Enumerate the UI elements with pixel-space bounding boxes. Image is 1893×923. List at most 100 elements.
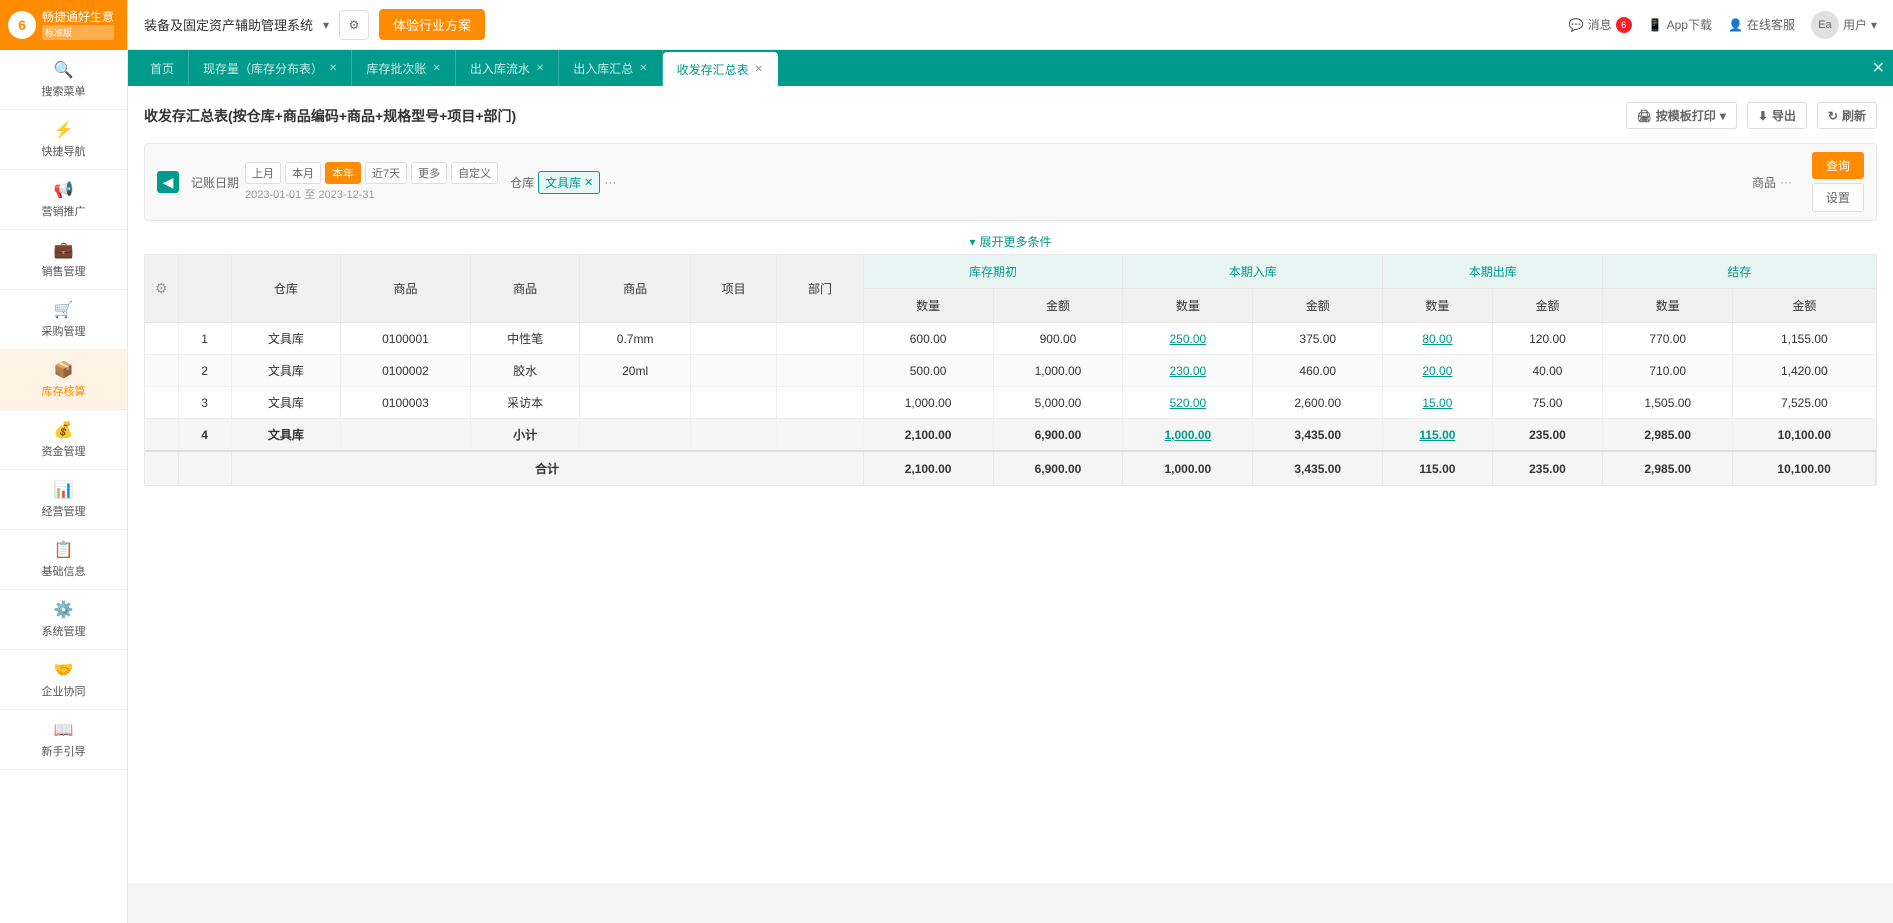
tab-close-flow[interactable]: ✕ xyxy=(536,63,544,74)
tab-inventory[interactable]: 现存量（库存分布表） ✕ xyxy=(189,50,352,86)
sales-icon: 💼 xyxy=(54,240,74,260)
sidebar-item-system[interactable]: ⚙️系统管理 xyxy=(0,590,127,650)
sidebar-item-guide[interactable]: 📖新手引导 xyxy=(0,710,127,770)
date-btn-自定义[interactable]: 自定义 xyxy=(451,162,498,184)
sidebar-label-marketing: 营销推广 xyxy=(42,203,86,219)
td-balance-qty: 2,985.00 xyxy=(1603,419,1733,452)
warehouse-tag-close[interactable]: ✕ xyxy=(584,176,593,189)
sidebar-label-guide: 新手引导 xyxy=(42,743,86,759)
tab-batch[interactable]: 库存批次账 ✕ xyxy=(352,50,455,86)
user-button[interactable]: Ea 用户 ▾ xyxy=(1811,11,1877,39)
th-out: 本期出库 xyxy=(1383,255,1603,289)
sidebar-item-search[interactable]: 🔍搜索菜单 xyxy=(0,50,127,110)
app-download-button[interactable]: 📱 App下载 xyxy=(1648,16,1712,33)
date-btn-更多[interactable]: 更多 xyxy=(411,162,447,184)
sidebar-label-finance: 资金管理 xyxy=(42,443,86,459)
column-settings-icon[interactable]: ⚙ xyxy=(155,280,168,296)
in-qty-link[interactable]: 520.00 xyxy=(1170,396,1207,410)
print-icon: 🖨 xyxy=(1637,109,1652,123)
td-opening-qty: 600.00 xyxy=(863,323,993,355)
refresh-icon: ↻ xyxy=(1828,109,1838,123)
td-opening-qty: 2,100.00 xyxy=(863,419,993,452)
table-row: 3 文具库 0100003 采访本 1,000.00 5,000.00 520.… xyxy=(145,387,1876,419)
message-button[interactable]: 💬 消息 6 xyxy=(1569,16,1632,33)
filter-toggle[interactable]: ◀ xyxy=(157,171,179,193)
product-label: 商品 xyxy=(1752,174,1776,191)
system-dropdown[interactable]: ▾ xyxy=(323,18,329,32)
table-row: 2 文具库 0100002 胶水 20ml 500.00 1,000.00 23… xyxy=(145,355,1876,387)
sidebar-item-sales[interactable]: 💼 销售管理 xyxy=(0,230,127,290)
tab-label-batch: 库存批次账 xyxy=(366,60,426,77)
online-service-button[interactable]: 👤 在线客服 xyxy=(1728,16,1795,33)
filter-settings-button[interactable]: 设置 xyxy=(1812,183,1864,212)
tfoot-settings xyxy=(145,451,178,485)
tab-summary[interactable]: 出入库汇总✕ xyxy=(559,50,662,86)
td-product-spec: 20ml xyxy=(580,355,691,387)
td-opening-qty: 500.00 xyxy=(863,355,993,387)
tab-close-inventory[interactable]: ✕ xyxy=(329,63,337,74)
th-in: 本期入库 xyxy=(1123,255,1383,289)
td-settings xyxy=(145,323,178,355)
app-badge: 标准版 xyxy=(42,25,114,40)
tab-close-batch[interactable]: ✕ xyxy=(432,63,440,74)
out-qty-link[interactable]: 80.00 xyxy=(1422,332,1452,346)
td-product-code: 0100002 xyxy=(341,355,471,387)
th-product-spec: 商品 xyxy=(580,255,691,323)
td-seq: 3 xyxy=(178,387,231,419)
th-seq xyxy=(178,255,231,323)
td-settings xyxy=(145,419,178,452)
export-button[interactable]: ⬇ 导出 xyxy=(1747,102,1807,129)
page-content: 收发存汇总表(按仓库+商品编码+商品+规格型号+项目+部门) 🖨 按模板打印 ▾… xyxy=(128,86,1893,923)
close-all-tabs[interactable]: ✕ xyxy=(1872,58,1885,78)
product-more[interactable]: ··· xyxy=(1780,175,1792,189)
td-opening-amt: 1,000.00 xyxy=(993,355,1123,387)
tab-close-recv_summary[interactable]: ✕ xyxy=(755,64,763,75)
td-balance-qty: 710.00 xyxy=(1603,355,1733,387)
tab-label-inventory: 现存量（库存分布表） xyxy=(203,60,323,77)
warehouse-more[interactable]: ··· xyxy=(604,175,616,189)
settings-icon[interactable]: ⚙ xyxy=(339,10,369,40)
tab-recv_summary[interactable]: 收发存汇总表✕ xyxy=(663,52,778,86)
date-btn-本年[interactable]: 本年 xyxy=(325,162,361,184)
trial-button[interactable]: 体验行业方案 xyxy=(379,9,485,40)
expand-filter[interactable]: ▾ 展开更多条件 xyxy=(144,229,1877,254)
sidebar-item-marketing[interactable]: 📢营销推广 xyxy=(0,170,127,230)
th-settings: ⚙ xyxy=(145,255,178,323)
td-settings xyxy=(145,387,178,419)
sidebar-label-sales: 销售管理 xyxy=(42,263,86,279)
query-button[interactable]: 查询 xyxy=(1812,152,1864,179)
th-product-code: 商品 xyxy=(341,255,471,323)
td-product-code xyxy=(341,419,471,452)
date-label: 记账日期 xyxy=(191,174,239,191)
td-warehouse: 文具库 xyxy=(231,419,340,452)
td-out-amt: 40.00 xyxy=(1492,355,1603,387)
date-btn-上月[interactable]: 上月 xyxy=(245,162,281,184)
tab-home[interactable]: 首页 xyxy=(136,50,189,86)
td-product-spec xyxy=(580,419,691,452)
out-qty-link[interactable]: 15.00 xyxy=(1422,396,1452,410)
in-qty-link[interactable]: 230.00 xyxy=(1170,364,1207,378)
print-button[interactable]: 🖨 按模板打印 ▾ xyxy=(1626,102,1737,129)
print-dropdown-icon: ▾ xyxy=(1720,109,1726,123)
tab-flow[interactable]: 出入库流水✕ xyxy=(456,50,559,86)
sidebar-item-inventory[interactable]: 📦库存核算 xyxy=(0,350,127,410)
td-in-qty: 230.00 xyxy=(1123,355,1253,387)
sidebar-item-basic[interactable]: 📋基础信息 xyxy=(0,530,127,590)
sidebar-item-quick[interactable]: ⚡快捷导航 xyxy=(0,110,127,170)
sidebar-item-finance[interactable]: 💰资金管理 xyxy=(0,410,127,470)
th-out-qty: 数量 xyxy=(1383,289,1492,323)
date-btn-本月[interactable]: 本月 xyxy=(285,162,321,184)
tab-close-summary[interactable]: ✕ xyxy=(639,63,647,74)
table-row: 4 文具库 小计 2,100.00 6,900.00 1,000.00 3,43… xyxy=(145,419,1876,452)
date-btn-近7天[interactable]: 近7天 xyxy=(365,162,407,184)
refresh-button[interactable]: ↻ 刷新 xyxy=(1817,102,1877,129)
sidebar-item-enterprise[interactable]: 🤝企业协同 xyxy=(0,650,127,710)
search-icon: 🔍 xyxy=(54,60,74,80)
out-qty-link[interactable]: 20.00 xyxy=(1422,364,1452,378)
in-qty-link[interactable]: 1,000.00 xyxy=(1164,428,1211,442)
in-qty-link[interactable]: 250.00 xyxy=(1170,332,1207,346)
out-qty-link[interactable]: 115.00 xyxy=(1419,428,1455,442)
sidebar-item-operations[interactable]: 📊经营管理 xyxy=(0,470,127,530)
sidebar-item-purchase[interactable]: 🛒采购管理 xyxy=(0,290,127,350)
td-project xyxy=(690,419,776,452)
